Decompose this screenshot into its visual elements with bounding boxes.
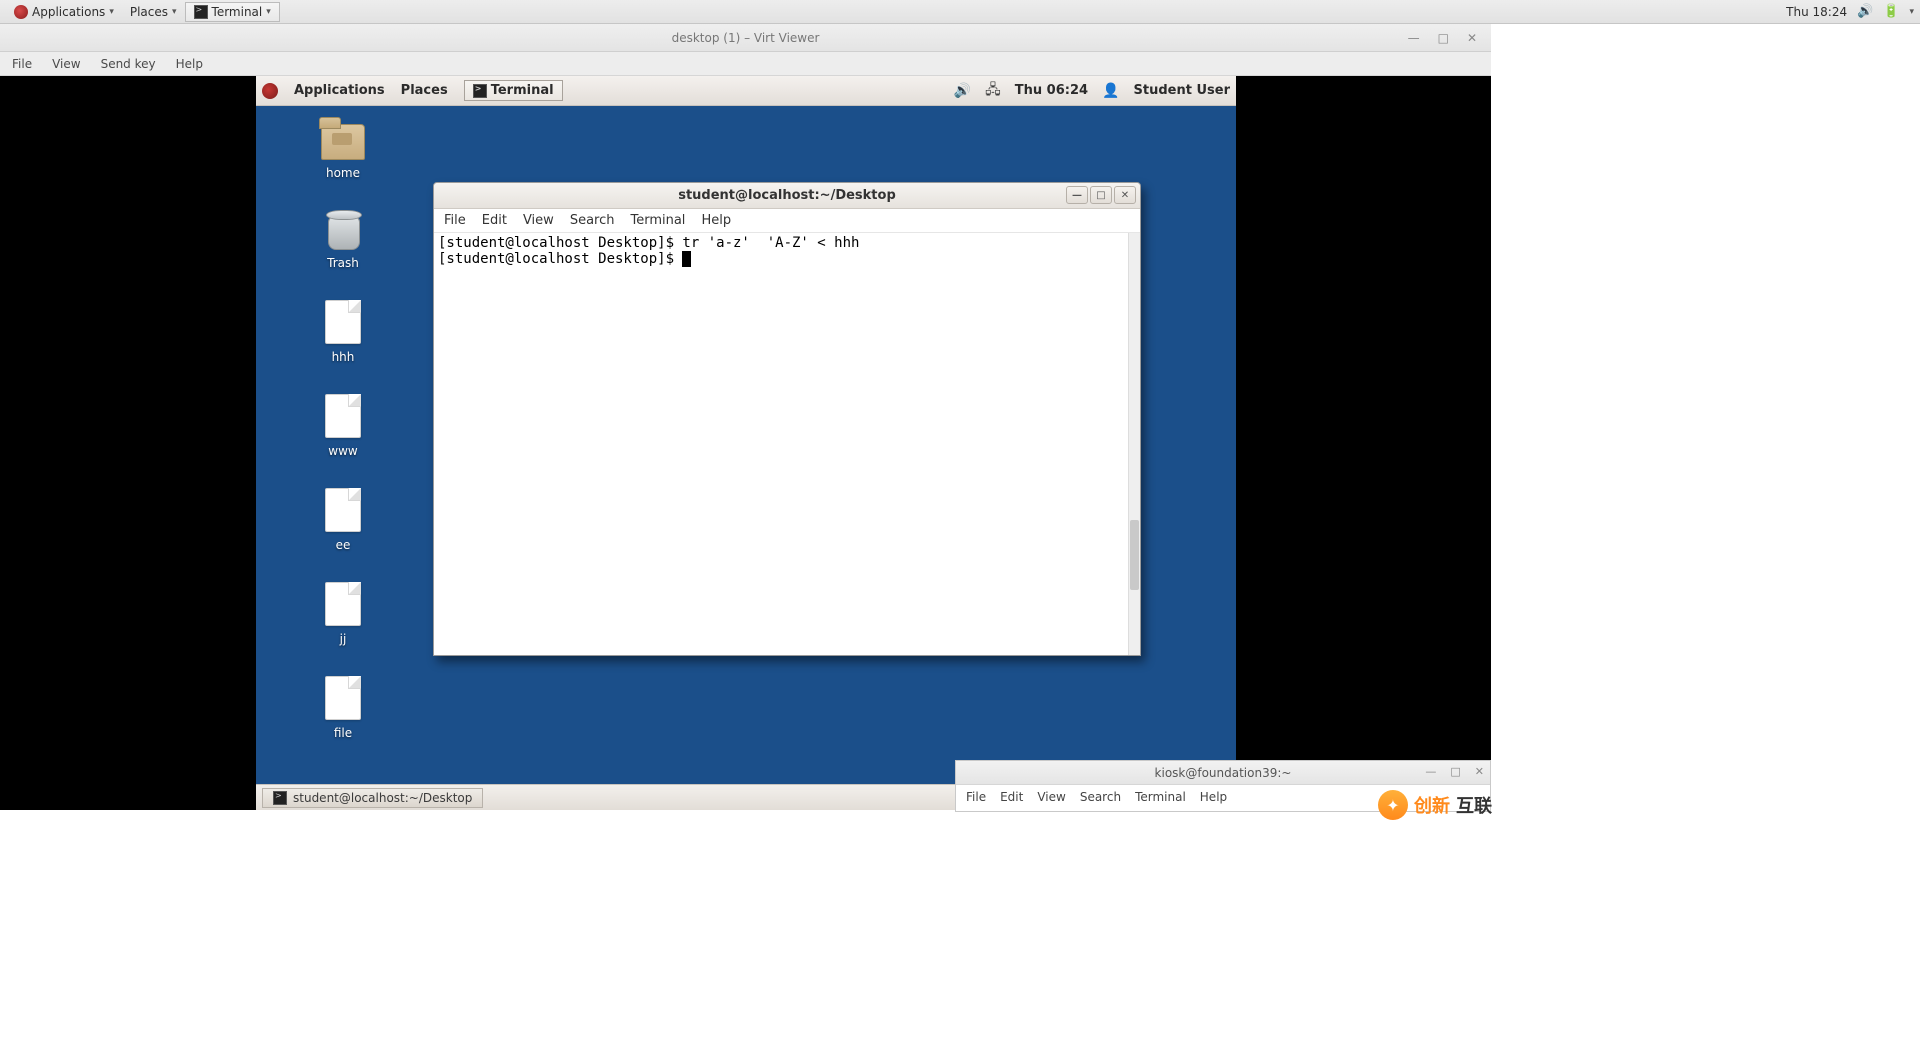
host-clock[interactable]: Thu 18:24 <box>1786 5 1847 19</box>
terminal-line: [student@localhost Desktop]$ <box>438 251 682 267</box>
guest-places-menu[interactable]: Places <box>401 83 448 98</box>
host-applications-label: Applications <box>32 5 105 19</box>
virt-viewer-viewport: Applications Places Terminal 🔊 🖧 Thu 06:… <box>0 76 1491 810</box>
watermark: ✦ 创新互联 <box>1378 790 1492 820</box>
watermark-badge-icon: ✦ <box>1378 790 1408 820</box>
ht-menu-edit[interactable]: Edit <box>1000 790 1023 804</box>
terminal-line: [student@localhost Desktop]$ tr 'a-z' 'A… <box>438 235 859 251</box>
minimize-button[interactable]: — <box>1066 186 1088 204</box>
chevron-down-icon: ▾ <box>266 7 271 17</box>
gnome-foot-icon <box>262 83 278 99</box>
desktop-icon-jj[interactable]: jj <box>311 582 375 646</box>
gt-menu-help[interactable]: Help <box>701 213 731 228</box>
desktop-icon-label: hhh <box>332 350 355 364</box>
virt-viewer-title: desktop (1) – Virt Viewer <box>672 31 820 45</box>
host-top-panel: Applications ▾ Places ▾ Terminal ▾ Thu 1… <box>0 0 1920 24</box>
network-icon[interactable]: 🖧 <box>985 79 1001 103</box>
guest-user-label[interactable]: Student User <box>1134 83 1230 98</box>
ht-menu-help[interactable]: Help <box>1200 790 1227 804</box>
trash-icon <box>326 210 360 250</box>
user-icon: 👤 <box>1102 83 1119 99</box>
minimize-icon[interactable]: — <box>1408 31 1420 45</box>
close-icon[interactable]: ✕ <box>1475 765 1484 778</box>
guest-terminal-window[interactable]: student@localhost:~/Desktop — □ ✕ File E… <box>433 182 1141 656</box>
host-terminal-titlebar[interactable]: kiosk@foundation39:~ — □ ✕ <box>956 761 1490 785</box>
guest-terminal-titlebar[interactable]: student@localhost:~/Desktop — □ ✕ <box>434 183 1140 209</box>
file-icon <box>325 582 361 626</box>
guest-applications-menu[interactable]: Applications <box>294 83 385 98</box>
desktop-icon-hhh[interactable]: hhh <box>311 300 375 364</box>
vv-menu-sendkey[interactable]: Send key <box>97 55 160 73</box>
desktop-icon-label: www <box>328 444 357 458</box>
gt-menu-terminal[interactable]: Terminal <box>630 213 685 228</box>
gt-menu-view[interactable]: View <box>523 213 554 228</box>
vv-menu-view[interactable]: View <box>48 55 84 73</box>
host-places-menu[interactable]: Places ▾ <box>122 3 185 21</box>
virt-viewer-menubar: File View Send key Help <box>0 52 1491 76</box>
guest-terminal-panel-task[interactable]: Terminal <box>464 80 563 101</box>
terminal-icon <box>194 5 208 19</box>
vv-menu-help[interactable]: Help <box>172 55 207 73</box>
desktop-icon-label: Trash <box>327 256 359 270</box>
guest-terminal-title: student@localhost:~/Desktop <box>678 188 896 203</box>
terminal-scrollbar[interactable] <box>1128 233 1140 655</box>
file-icon <box>325 488 361 532</box>
terminal-icon <box>473 84 487 98</box>
file-icon <box>325 300 361 344</box>
guest-terminal-menubar: File Edit View Search Terminal Help <box>434 209 1140 233</box>
volume-icon[interactable]: 🔊 <box>1857 4 1873 19</box>
virt-viewer-titlebar: desktop (1) – Virt Viewer — □ ✕ <box>0 24 1491 52</box>
desktop-icons: home Trash hhh www ee jj <box>311 124 375 740</box>
scrollbar-thumb[interactable] <box>1130 520 1139 590</box>
gt-menu-file[interactable]: File <box>444 213 466 228</box>
guest-top-panel: Applications Places Terminal 🔊 🖧 Thu 06:… <box>256 76 1236 106</box>
ht-menu-file[interactable]: File <box>966 790 986 804</box>
gnome-foot-icon <box>14 5 28 19</box>
ht-menu-search[interactable]: Search <box>1080 790 1121 804</box>
desktop-icon-home[interactable]: home <box>311 124 375 180</box>
guest-taskbar-task[interactable]: student@localhost:~/Desktop <box>262 788 483 808</box>
maximize-icon[interactable]: □ <box>1438 31 1449 45</box>
battery-icon[interactable]: 🔋 <box>1883 4 1899 19</box>
minimize-icon[interactable]: — <box>1425 765 1436 778</box>
host-terminal-task-label: Terminal <box>212 5 263 19</box>
terminal-icon <box>273 791 287 805</box>
desktop-icon-file[interactable]: file <box>311 676 375 740</box>
guest-clock[interactable]: Thu 06:24 <box>1015 83 1088 98</box>
guest-terminal-panel-label: Terminal <box>491 83 554 98</box>
desktop-icon-trash[interactable]: Trash <box>311 210 375 270</box>
vv-menu-file[interactable]: File <box>8 55 36 73</box>
desktop-icon-ee[interactable]: ee <box>311 488 375 552</box>
watermark-text: 互联 <box>1456 792 1492 818</box>
ht-menu-view[interactable]: View <box>1037 790 1065 804</box>
host-places-label: Places <box>130 5 168 19</box>
chevron-down-icon: ▾ <box>172 7 177 17</box>
desktop-icon-label: file <box>334 726 352 740</box>
desktop-icon-label: jj <box>340 632 347 646</box>
host-terminal-title: kiosk@foundation39:~ <box>1155 766 1292 780</box>
folder-home-icon <box>321 124 365 160</box>
chevron-down-icon[interactable]: ▾ <box>1909 7 1914 17</box>
desktop-icon-label: home <box>326 166 360 180</box>
ht-menu-terminal[interactable]: Terminal <box>1135 790 1186 804</box>
maximize-button[interactable]: □ <box>1090 186 1112 204</box>
close-button[interactable]: ✕ <box>1114 186 1136 204</box>
watermark-text: 创新 <box>1414 792 1450 818</box>
chevron-down-icon: ▾ <box>109 7 114 17</box>
guest-taskbar-task-label: student@localhost:~/Desktop <box>293 791 472 805</box>
host-applications-menu[interactable]: Applications ▾ <box>6 3 122 21</box>
host-terminal-task[interactable]: Terminal ▾ <box>185 2 280 22</box>
guest-desktop[interactable]: Applications Places Terminal 🔊 🖧 Thu 06:… <box>256 76 1236 810</box>
volume-icon[interactable]: 🔊 <box>954 83 971 99</box>
terminal-cursor <box>682 251 691 267</box>
file-icon <box>325 676 361 720</box>
desktop-icon-www[interactable]: www <box>311 394 375 458</box>
maximize-icon[interactable]: □ <box>1450 765 1460 778</box>
desktop-icon-label: ee <box>336 538 351 552</box>
file-icon <box>325 394 361 438</box>
gt-menu-edit[interactable]: Edit <box>482 213 507 228</box>
gt-menu-search[interactable]: Search <box>570 213 615 228</box>
close-icon[interactable]: ✕ <box>1467 31 1477 45</box>
guest-terminal-body[interactable]: [student@localhost Desktop]$ tr 'a-z' 'A… <box>434 233 1140 655</box>
